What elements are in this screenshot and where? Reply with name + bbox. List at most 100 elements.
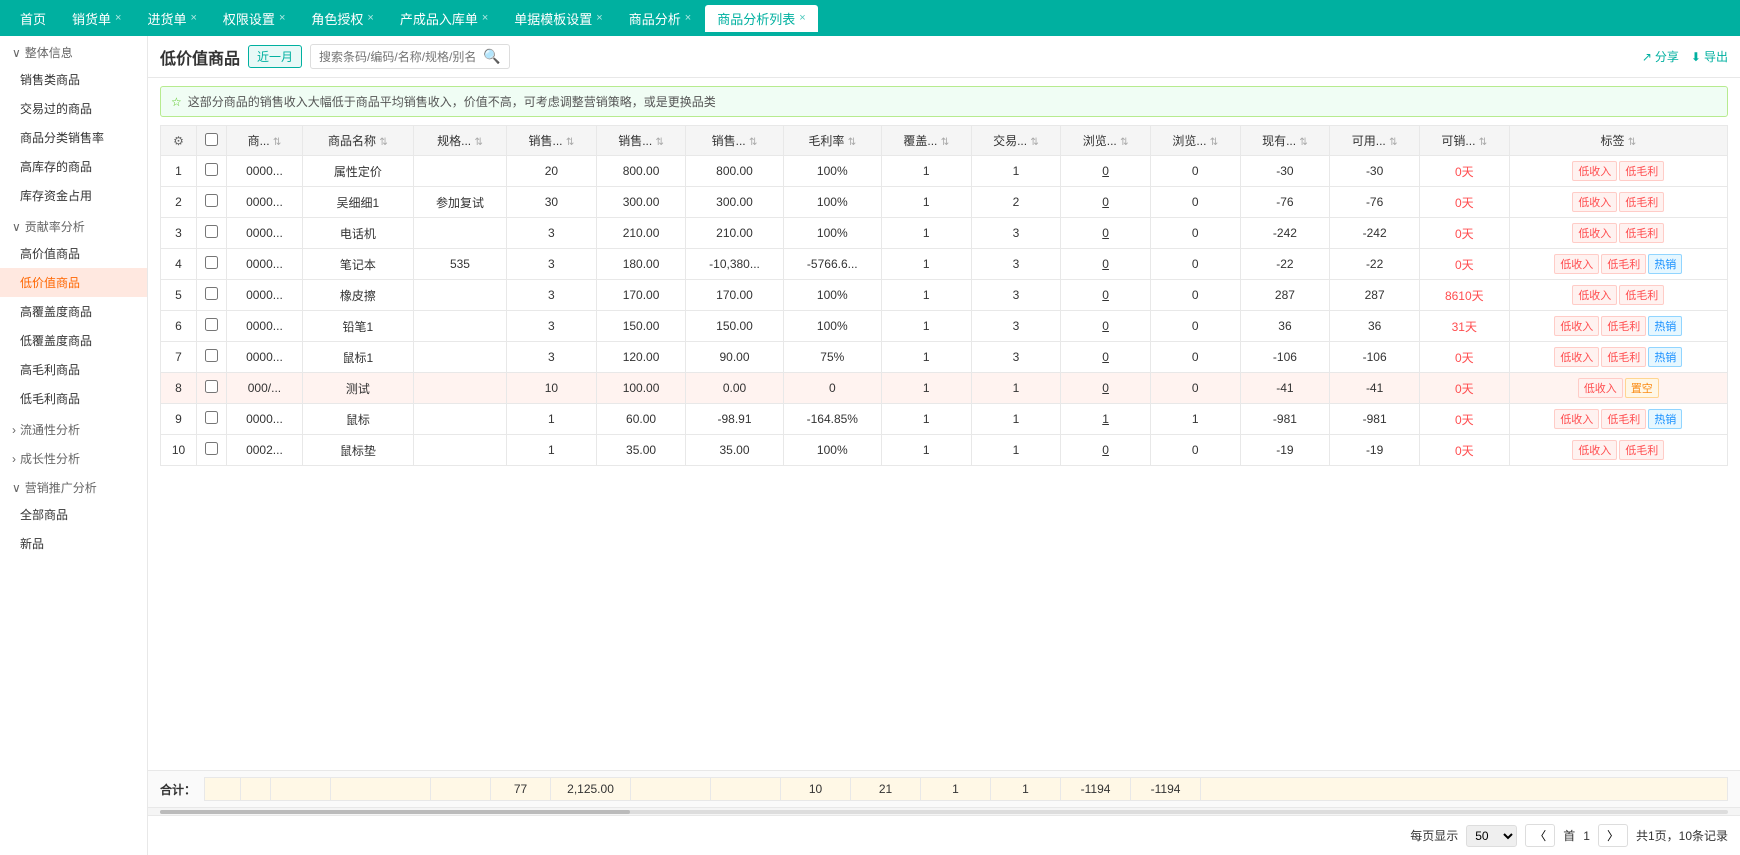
settings-icon[interactable]: ⚙ [173,134,184,148]
prev-page-button[interactable]: 〈 [1525,824,1555,847]
close-icon[interactable]: × [596,12,602,24]
browse1-cell[interactable]: 0 [1061,311,1151,342]
col-sales2-header: 销售... ⇅ [596,126,686,156]
browse1-cell[interactable]: 0 [1061,435,1151,466]
row-checkbox[interactable] [205,194,218,207]
sidebar-item-category-rate[interactable]: 商品分类销售率 [0,123,147,152]
sidebar-group-growth[interactable]: › 成长性分析 [0,442,147,471]
close-icon[interactable]: × [279,12,285,24]
sidebar-item-traded[interactable]: 交易过的商品 [0,94,147,123]
sidebar-item-low-coverage[interactable]: 低覆盖度商品 [0,326,147,355]
nav-home[interactable]: 首页 [8,5,58,32]
seq-cell: 10 [161,435,197,466]
sidebar-group-circulation[interactable]: › 流通性分析 [0,413,147,442]
browse-link[interactable]: 0 [1102,226,1109,240]
close-icon[interactable]: × [799,12,805,24]
row-checkbox[interactable] [205,318,218,331]
browse1-cell[interactable]: 0 [1061,342,1151,373]
table-row: 2 0000... 吴细细1 参加复试 30 300.00 300.00 100… [161,187,1728,218]
sidebar-item-stock-capital[interactable]: 库存资金占用 [0,181,147,210]
sidebar-group-overall[interactable]: ∨ 整体信息 [0,36,147,65]
sidebar-item-high-margin[interactable]: 高毛利商品 [0,355,147,384]
sidebar-item-new-products[interactable]: 新品 [0,529,147,558]
check-cell[interactable] [197,249,227,280]
sidebar-item-sales-products[interactable]: 销售类商品 [0,65,147,94]
close-icon[interactable]: × [190,12,196,24]
horizontal-scrollbar[interactable] [148,807,1740,815]
chevron-right-icon: › [12,423,16,437]
browse1-cell[interactable]: 0 [1061,218,1151,249]
check-cell[interactable] [197,218,227,249]
browse-link[interactable]: 1 [1102,412,1109,426]
browse1-cell[interactable]: 1 [1061,404,1151,435]
search-icon[interactable]: 🔍 [483,48,500,65]
col-checkbox-header[interactable] [197,126,227,156]
close-icon[interactable]: × [685,12,691,24]
check-cell[interactable] [197,311,227,342]
check-cell[interactable] [197,280,227,311]
next-page-button[interactable]: 〉 [1598,824,1628,847]
sidebar-item-high-stock[interactable]: 高库存的商品 [0,152,147,181]
check-cell[interactable] [197,404,227,435]
period-button[interactable]: 近一月 [248,45,302,68]
select-all-checkbox[interactable] [205,133,218,146]
nav-sales[interactable]: 销货单 × [60,5,133,32]
browse-link[interactable]: 0 [1102,443,1109,457]
per-page-select[interactable]: 50 100 [1466,825,1517,847]
cover-cell: 1 [881,280,971,311]
browse-link[interactable]: 0 [1102,288,1109,302]
browse-link[interactable]: 0 [1102,164,1109,178]
check-cell[interactable] [197,435,227,466]
nav-product-analysis-list[interactable]: 商品分析列表 × [705,5,817,32]
nav-warehouse[interactable]: 产成品入库单 × [388,5,500,32]
browse1-cell[interactable]: 0 [1061,249,1151,280]
nav-purchase[interactable]: 进货单 × [135,5,208,32]
sales1-cell: 1 [507,435,597,466]
nav-templates[interactable]: 单据模板设置 × [502,5,614,32]
margin-cell: 100% [783,156,881,187]
browse1-cell[interactable]: 0 [1061,373,1151,404]
browse-link[interactable]: 0 [1102,381,1109,395]
search-input[interactable] [319,50,479,64]
browse2-cell: 0 [1150,249,1240,280]
table-row: 5 0000... 橡皮擦 3 170.00 170.00 100% 1 3 0… [161,280,1728,311]
row-checkbox[interactable] [205,411,218,424]
sidebar-item-low-margin[interactable]: 低毛利商品 [0,384,147,413]
sidebar-item-all-products[interactable]: 全部商品 [0,500,147,529]
nav-permissions[interactable]: 权限设置 × [211,5,297,32]
browse-link[interactable]: 0 [1102,350,1109,364]
sales3-cell: 210.00 [686,218,783,249]
row-checkbox[interactable] [205,380,218,393]
close-icon[interactable]: × [482,12,488,24]
share-button[interactable]: ↗ 分享 [1642,48,1679,65]
check-cell[interactable] [197,156,227,187]
check-cell[interactable] [197,187,227,218]
sidebar-group-contribution[interactable]: ∨ 贡献率分析 [0,210,147,239]
row-checkbox[interactable] [205,442,218,455]
close-icon[interactable]: × [115,12,121,24]
sidebar-item-high-value[interactable]: 高价值商品 [0,239,147,268]
col-gear[interactable]: ⚙ [161,126,197,156]
row-checkbox[interactable] [205,256,218,269]
sidebar-item-low-value[interactable]: 低价值商品 [0,268,147,297]
row-checkbox[interactable] [205,349,218,362]
table-row: 9 0000... 鼠标 1 60.00 -98.91 -164.85% 1 1… [161,404,1728,435]
check-cell[interactable] [197,342,227,373]
browse-link[interactable]: 0 [1102,257,1109,271]
row-checkbox[interactable] [205,287,218,300]
browse-link[interactable]: 0 [1102,195,1109,209]
code-cell: 0000... [227,404,303,435]
close-icon[interactable]: × [367,12,373,24]
browse1-cell[interactable]: 0 [1061,280,1151,311]
sidebar-item-high-coverage[interactable]: 高覆盖度商品 [0,297,147,326]
check-cell[interactable] [197,373,227,404]
browse1-cell[interactable]: 0 [1061,187,1151,218]
nav-roles[interactable]: 角色授权 × [299,5,385,32]
row-checkbox[interactable] [205,163,218,176]
sidebar-group-marketing[interactable]: ∨ 营销推广分析 [0,471,147,500]
nav-product-analysis[interactable]: 商品分析 × [617,5,703,32]
export-button[interactable]: ⬇ 导出 [1691,48,1728,65]
browse1-cell[interactable]: 0 [1061,156,1151,187]
browse-link[interactable]: 0 [1102,319,1109,333]
row-checkbox[interactable] [205,225,218,238]
